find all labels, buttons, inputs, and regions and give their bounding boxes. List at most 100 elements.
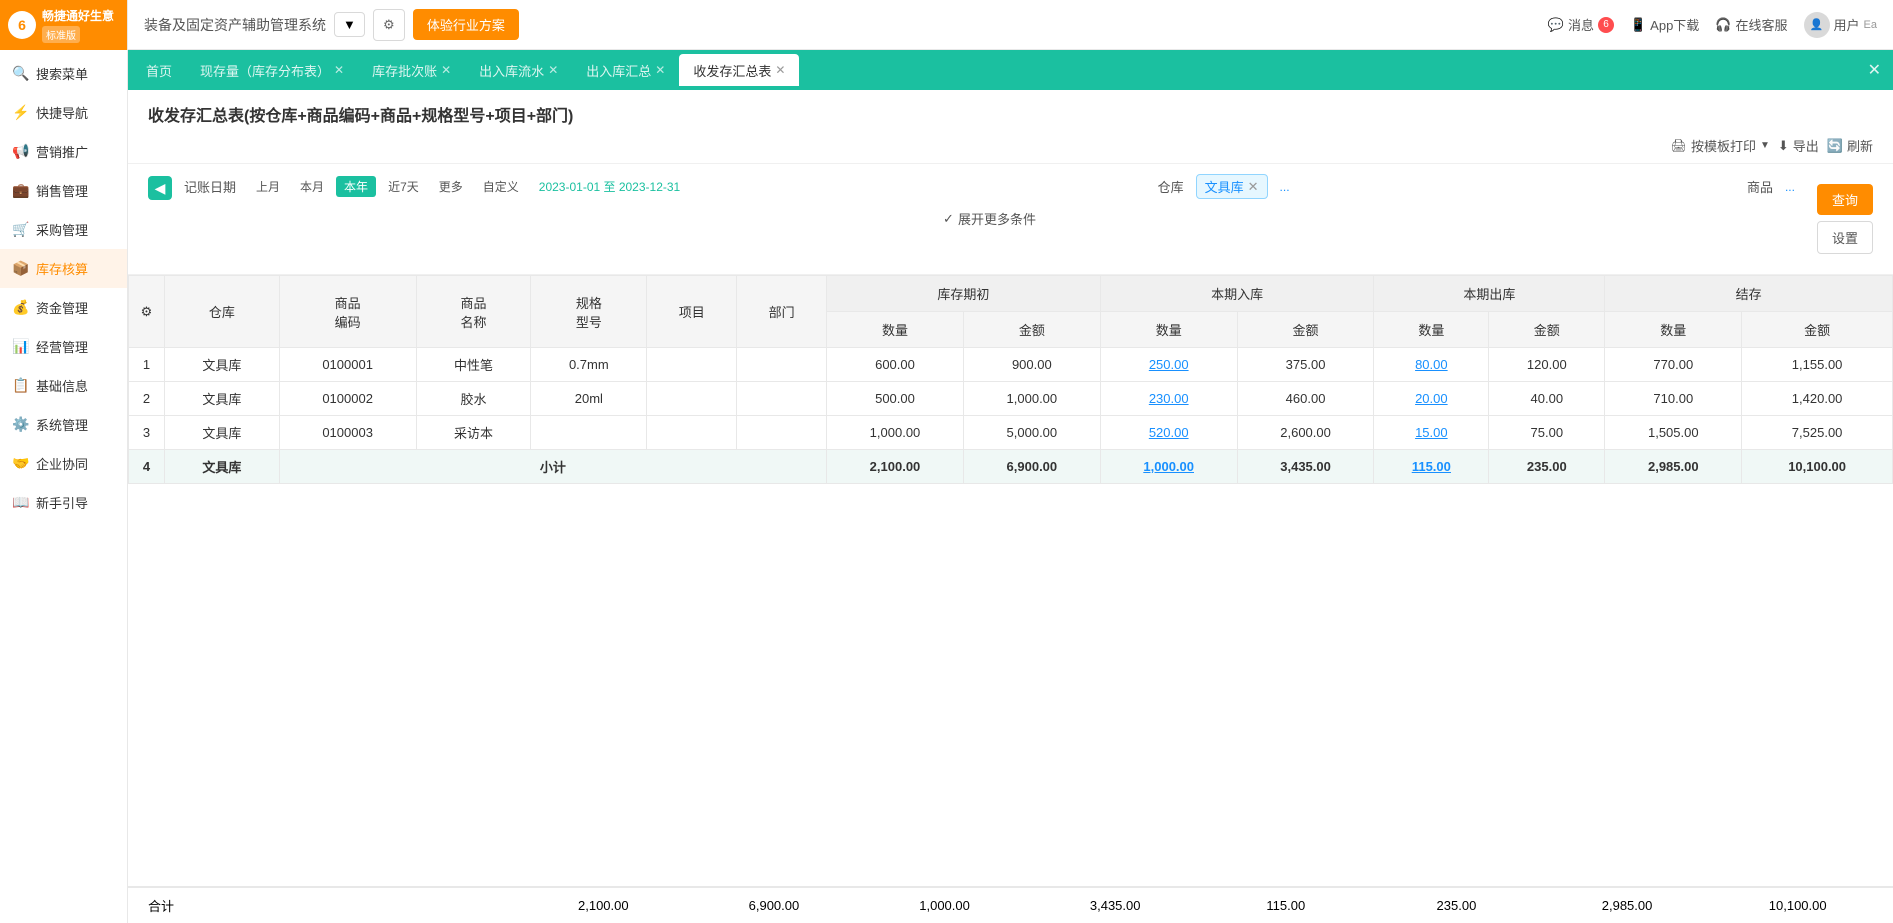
warehouse-filter-label: 仓库 xyxy=(1158,177,1184,196)
total-in-amt: 3,435.00 xyxy=(1075,898,1155,913)
row-close-qty: 710.00 xyxy=(1605,382,1742,416)
sidebar-item-2[interactable]: 📢 营销推广 xyxy=(0,132,127,171)
sidebar-item-3[interactable]: 💼 销售管理 xyxy=(0,171,127,210)
sidebar-item-0[interactable]: 🔍 搜索菜单 xyxy=(0,54,127,93)
page-header: 收发存汇总表(按仓库+商品编码+商品+规格型号+项目+部门) 🖨 按模板打印 ▼… xyxy=(128,90,1893,164)
system-dropdown[interactable]: ▼ xyxy=(334,12,365,37)
sidebar-label-7: 经营管理 xyxy=(36,337,88,356)
row-out-qty[interactable]: 20.00 xyxy=(1374,382,1489,416)
sidebar-icon-5: 📦 xyxy=(12,260,30,278)
warehouse-more-btn[interactable]: ... xyxy=(1280,180,1290,194)
user-btn[interactable]: 👤 用户 Ea xyxy=(1804,12,1877,38)
th-settings[interactable]: ⚙ xyxy=(129,276,165,348)
export-btn[interactable]: ⬇ 导出 xyxy=(1778,136,1819,155)
tab-2[interactable]: 库存批次账✕ xyxy=(358,54,465,86)
sidebar-item-6[interactable]: 💰 资金管理 xyxy=(0,288,127,327)
row-out-qty[interactable]: 80.00 xyxy=(1374,348,1489,382)
date-btn-本月[interactable]: 本月 xyxy=(292,176,332,197)
sidebar-icon-4: 🛒 xyxy=(12,221,30,239)
tabs-close-all[interactable]: ✕ xyxy=(1860,60,1889,80)
goods-more-btn[interactable]: ... xyxy=(1785,180,1795,194)
row-out-qty[interactable]: 15.00 xyxy=(1374,416,1489,450)
settings-btn[interactable]: 设置 xyxy=(1817,221,1873,254)
row-out-amt: 40.00 xyxy=(1489,382,1605,416)
query-button[interactable]: 查询 xyxy=(1817,184,1873,215)
row-open-amt: 900.00 xyxy=(963,348,1100,382)
row-close-qty: 770.00 xyxy=(1605,348,1742,382)
query-col: 查询 设置 xyxy=(1807,174,1873,264)
expand-btn[interactable]: ✓ 展开更多条件 xyxy=(943,209,1036,228)
row-dept xyxy=(737,416,827,450)
trial-button[interactable]: 体验行业方案 xyxy=(413,9,519,40)
date-btn-本年[interactable]: 本年 xyxy=(336,176,376,197)
sidebar-item-10[interactable]: 🤝 企业协同 xyxy=(0,444,127,483)
tab-close-3[interactable]: ✕ xyxy=(548,64,558,76)
subtotal-row: 4 文具库 小计 2,100.00 6,900.00 1,000.00 3,43… xyxy=(129,450,1893,484)
row-in-qty[interactable]: 250.00 xyxy=(1100,348,1237,382)
date-btn-近7天[interactable]: 近7天 xyxy=(380,176,427,197)
th-out-qty: 数量 xyxy=(1374,312,1489,348)
sidebar-label-3: 销售管理 xyxy=(36,181,88,200)
total-open-qty: 2,100.00 xyxy=(563,898,643,913)
page-toolbar: 🖨 按模板打印 ▼ ⬇ 导出 🔄 刷新 xyxy=(148,136,1873,155)
topbar-left: 装备及固定资产辅助管理系统 ▼ ⚙ 体验行业方案 xyxy=(144,9,519,41)
total-open-amt: 6,900.00 xyxy=(734,898,814,913)
tab-close-1[interactable]: ✕ xyxy=(334,64,344,76)
warehouse-tag-close[interactable]: ✕ xyxy=(1248,179,1259,195)
expand-row: ✓ 展开更多条件 xyxy=(184,205,1795,232)
sidebar-item-9[interactable]: ⚙️ 系统管理 xyxy=(0,405,127,444)
th-project: 项目 xyxy=(647,276,737,348)
sidebar-item-11[interactable]: 📖 新手引导 xyxy=(0,483,127,522)
sidebar-item-4[interactable]: 🛒 采购管理 xyxy=(0,210,127,249)
date-range-display: 2023-01-01 至 2023-12-31 xyxy=(539,178,680,195)
tab-close-2[interactable]: ✕ xyxy=(441,64,451,76)
settings-button[interactable]: ⚙ xyxy=(373,9,405,41)
filter-collapse-btn[interactable]: ◀ xyxy=(148,176,172,200)
row-project xyxy=(647,348,737,382)
print-btn[interactable]: 🖨 按模板打印 ▼ xyxy=(1670,136,1769,155)
topbar-right: 💬 消息 6 📱 App下载 🎧 在线客服 👤 用户 Ea xyxy=(1548,12,1877,38)
refresh-btn[interactable]: 🔄 刷新 xyxy=(1827,136,1873,155)
th-name: 商品名称 xyxy=(416,276,531,348)
row-in-amt: 460.00 xyxy=(1237,382,1374,416)
th-out-amt: 金额 xyxy=(1489,312,1605,348)
warehouse-tag[interactable]: 文具库 ✕ xyxy=(1196,174,1268,199)
row-in-qty[interactable]: 230.00 xyxy=(1100,382,1237,416)
th-spec: 规格型号 xyxy=(531,276,647,348)
row-in-qty[interactable]: 520.00 xyxy=(1100,416,1237,450)
tab-label-4: 出入库汇总 xyxy=(586,61,651,80)
date-btn-上月[interactable]: 上月 xyxy=(248,176,288,197)
sidebar-item-7[interactable]: 📊 经营管理 xyxy=(0,327,127,366)
row-spec xyxy=(531,416,647,450)
sidebar-label-2: 营销推广 xyxy=(36,142,88,161)
tab-5[interactable]: 收发存汇总表✕ xyxy=(679,54,799,86)
print-icon: 🖨 xyxy=(1670,138,1687,154)
sub-warehouse: 文具库 xyxy=(165,450,280,484)
sidebar-icon-0: 🔍 xyxy=(12,65,30,83)
sidebar-label-0: 搜索菜单 xyxy=(36,64,88,83)
tab-0[interactable]: 首页 xyxy=(132,54,186,86)
sidebar-icon-10: 🤝 xyxy=(12,455,30,473)
logo-icon: 6 xyxy=(8,11,36,39)
app-download-btn[interactable]: 📱 App下载 xyxy=(1630,15,1699,34)
sidebar-item-8[interactable]: 📋 基础信息 xyxy=(0,366,127,405)
headset-icon: 🎧 xyxy=(1715,17,1731,33)
tab-close-4[interactable]: ✕ xyxy=(655,64,665,76)
sidebar-icon-9: ⚙️ xyxy=(12,416,30,434)
tab-close-5[interactable]: ✕ xyxy=(775,64,785,76)
sidebar-item-5[interactable]: 📦 库存核算 xyxy=(0,249,127,288)
toolbar-right: 🖨 按模板打印 ▼ ⬇ 导出 🔄 刷新 xyxy=(1670,136,1873,155)
tab-3[interactable]: 出入库流水✕ xyxy=(465,54,572,86)
row-no: 1 xyxy=(129,348,165,382)
message-btn[interactable]: 💬 消息 6 xyxy=(1548,15,1614,34)
date-btn-更多[interactable]: 更多 xyxy=(431,176,471,197)
online-service-btn[interactable]: 🎧 在线客服 xyxy=(1715,15,1787,34)
tab-1[interactable]: 现存量（库存分布表）✕ xyxy=(186,54,358,86)
tab-4[interactable]: 出入库汇总 ✕ xyxy=(572,54,679,86)
sub-no: 4 xyxy=(129,450,165,484)
sidebar-item-1[interactable]: ⚡ 快捷导航 xyxy=(0,93,127,132)
date-btn-自定义[interactable]: 自定义 xyxy=(475,176,527,197)
sidebar-icon-1: ⚡ xyxy=(12,104,30,122)
bottom-total-bar: 合计 2,100.00 6,900.00 1,000.00 3,435.00 1… xyxy=(128,886,1893,923)
row-out-amt: 120.00 xyxy=(1489,348,1605,382)
